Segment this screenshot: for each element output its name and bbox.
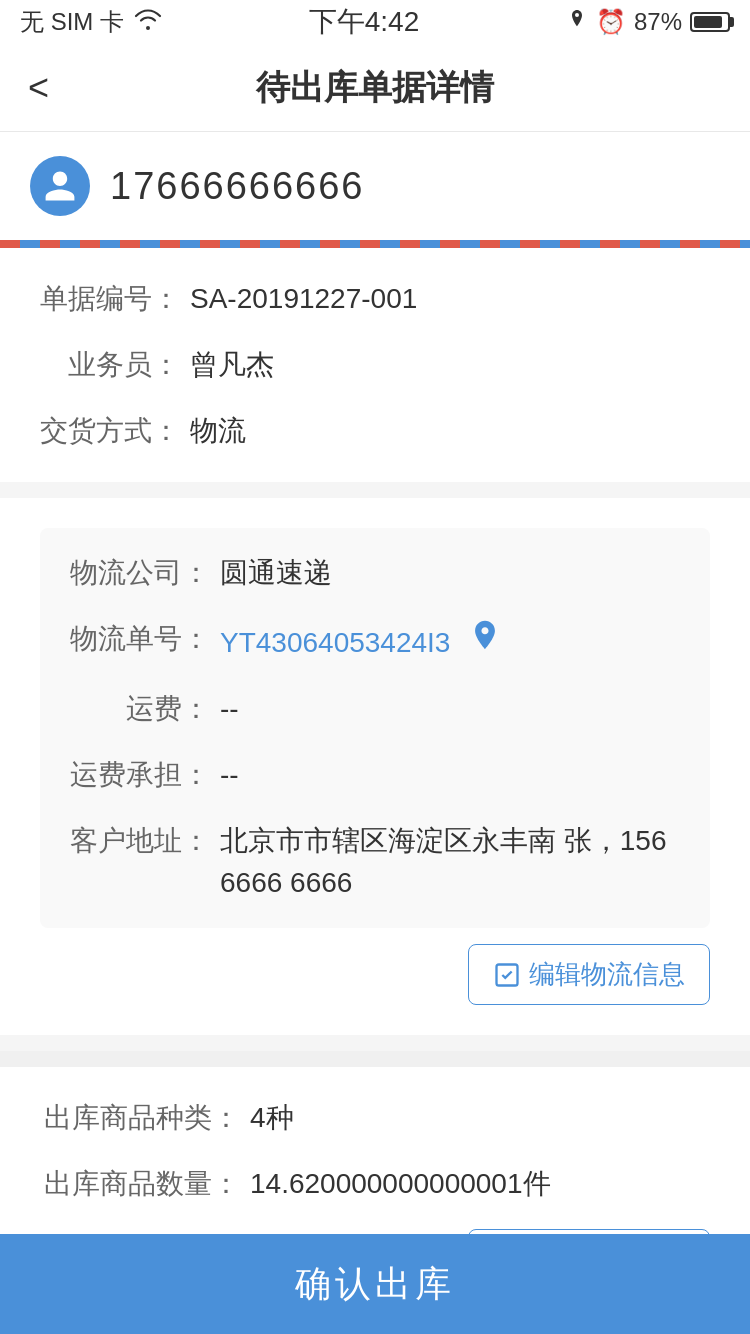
page-title: 待出库单据详情 [256,65,494,111]
dashed-separator [0,240,750,248]
back-button[interactable]: < [28,67,49,109]
edit-logistics-label: 编辑物流信息 [529,957,685,992]
tracking-label: 物流单号： [70,618,210,660]
order-no-value: SA-20191227-001 [190,278,710,320]
battery-icon [690,12,730,32]
delivery-label: 交货方式： [40,410,180,452]
nav-bar: < 待出库单据详情 [0,44,750,132]
freight-bearer-row: 运费承担： -- [70,754,680,796]
goods-qty-row: 出库商品数量： 14.620000000000001件 [40,1163,710,1205]
delivery-value: 物流 [190,410,710,452]
order-no-label: 单据编号： [40,278,180,320]
alarm-icon: ⏰ [596,8,626,36]
logistics-outer-card: 物流公司： 圆通速递 物流单号： YT43064053424I3 运费： -- … [0,498,750,1035]
company-label: 物流公司： [70,552,210,594]
confirm-button-label: 确认出库 [295,1260,455,1309]
logistics-card: 物流公司： 圆通速递 物流单号： YT43064053424I3 运费： -- … [40,528,710,928]
salesman-row: 业务员： 曾凡杰 [40,344,710,386]
edit-btn-wrap: 编辑物流信息 [40,944,710,1015]
user-header: 17666666666 [0,132,750,240]
goods-qty-value: 14.620000000000001件 [250,1163,710,1205]
goods-type-value: 4种 [250,1097,710,1139]
section-divider [0,1051,750,1067]
freight-label: 运费： [70,688,210,730]
goods-type-row: 出库商品种类： 4种 [40,1097,710,1139]
freight-value: -- [220,688,680,730]
salesman-label: 业务员： [40,344,180,386]
freight-bearer-label: 运费承担： [70,754,210,796]
salesman-value: 曾凡杰 [190,344,710,386]
edit-logistics-button[interactable]: 编辑物流信息 [468,944,710,1005]
order-no-row: 单据编号： SA-20191227-001 [40,278,710,320]
wifi-icon [134,8,162,36]
freight-bearer-value: -- [220,754,680,796]
battery-percent: 87% [634,8,682,36]
carrier-label: 无 SIM 卡 [20,6,124,38]
confirm-bar[interactable]: 确认出库 [0,1234,750,1334]
company-row: 物流公司： 圆通速递 [70,552,680,594]
goods-qty-label: 出库商品数量： [40,1163,240,1205]
goods-type-label: 出库商品种类： [40,1097,240,1139]
user-icon [42,168,78,204]
address-label: 客户地址： [70,820,210,862]
status-time: 下午4:42 [309,3,420,41]
tracking-location-icon[interactable] [468,618,502,652]
delivery-row: 交货方式： 物流 [40,410,710,452]
status-bar: 无 SIM 卡 下午4:42 ⏰ 87% [0,0,750,44]
status-right: ⏰ 87% [566,8,730,36]
freight-row: 运费： -- [70,688,680,730]
edit-icon [493,961,521,989]
avatar [30,156,90,216]
order-info-card: 单据编号： SA-20191227-001 业务员： 曾凡杰 交货方式： 物流 [0,248,750,482]
user-phone: 17666666666 [110,165,364,208]
tracking-row: 物流单号： YT43064053424I3 [70,618,680,664]
location-icon [566,8,588,36]
status-left: 无 SIM 卡 [20,6,162,38]
tracking-value: YT43064053424I3 [220,618,680,664]
company-value: 圆通速递 [220,552,680,594]
address-value: 北京市市辖区海淀区永丰南 张，156 6666 6666 [220,820,680,904]
address-row: 客户地址： 北京市市辖区海淀区永丰南 张，156 6666 6666 [70,820,680,904]
